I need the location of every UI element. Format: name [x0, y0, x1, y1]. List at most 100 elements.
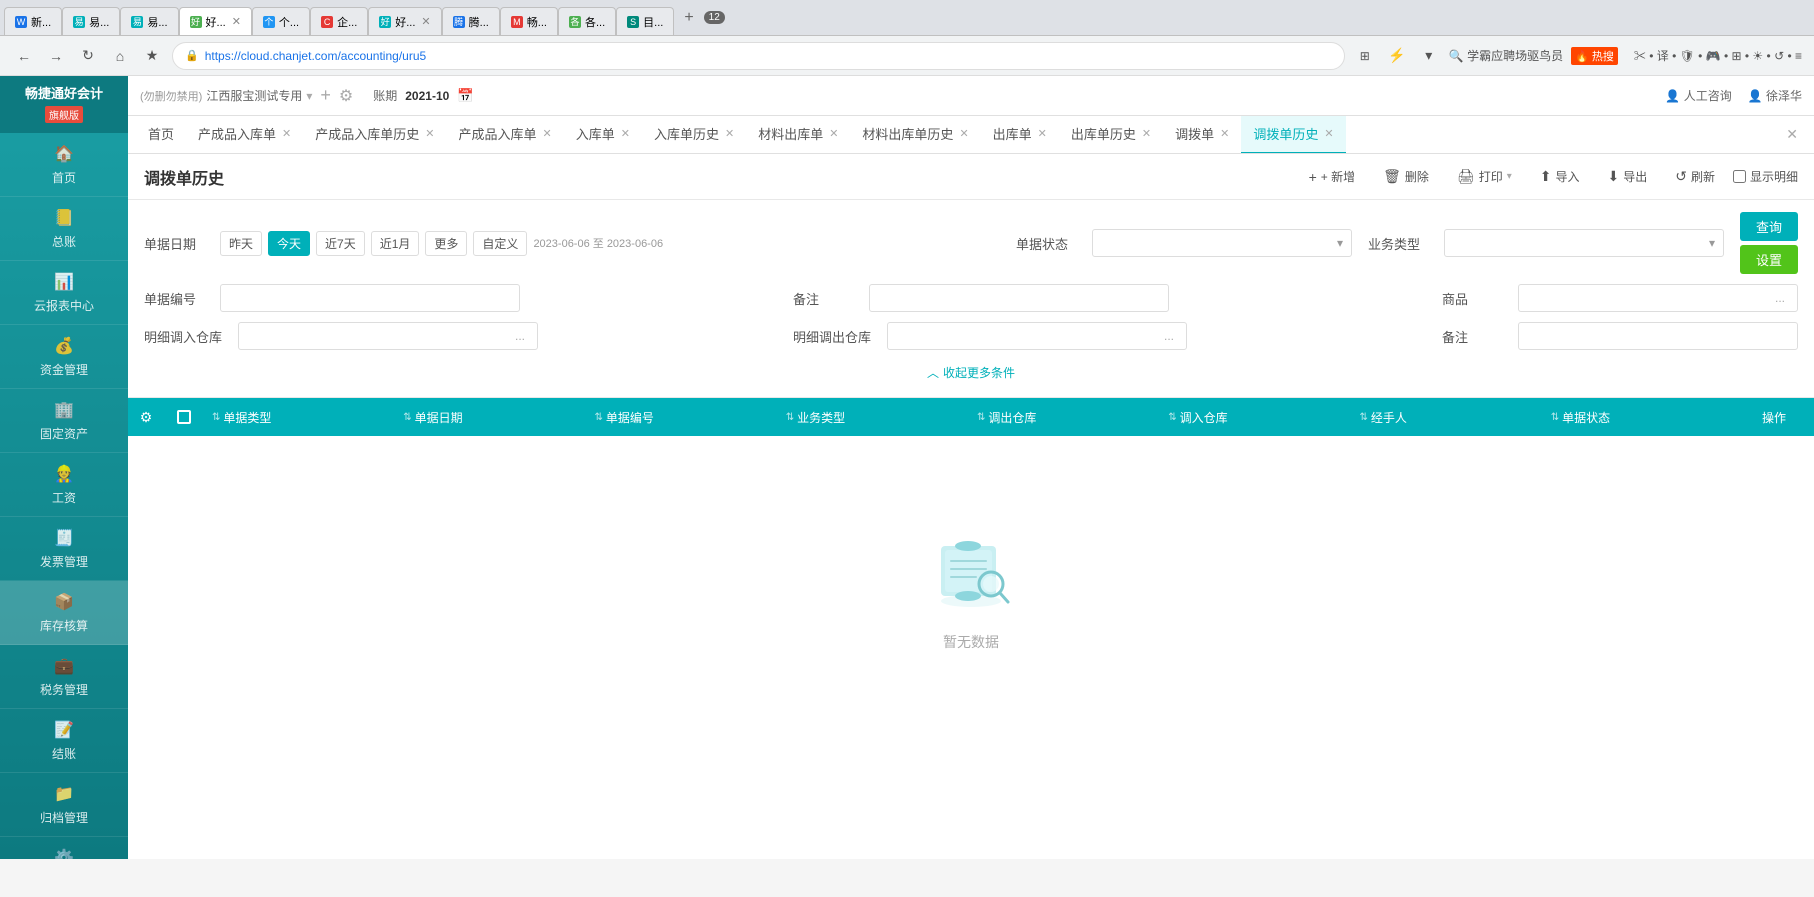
- collapse-filters-button[interactable]: ︿ 收起更多条件: [923, 360, 1019, 385]
- goods-dots[interactable]: ...: [1771, 291, 1789, 305]
- page-tab-8[interactable]: 出库单 ✕: [981, 116, 1059, 154]
- page-tab-6-close[interactable]: ✕: [829, 127, 838, 140]
- address-bar[interactable]: 🔒 https://cloud.chanjet.com/accounting/u…: [172, 42, 1345, 70]
- remark-input[interactable]: [869, 284, 1169, 312]
- import-button[interactable]: ⬆ 导入: [1530, 164, 1590, 189]
- sidebar-item-reports[interactable]: 📊 云报表中心: [0, 261, 128, 325]
- browser-tab-6[interactable]: C 企...: [310, 7, 368, 35]
- export-button[interactable]: ⬇ 导出: [1597, 164, 1657, 189]
- display-toggle-checkbox[interactable]: [1733, 170, 1746, 183]
- browser-tab-10[interactable]: 各 各...: [558, 7, 616, 35]
- page-tab-9-close[interactable]: ✕: [1142, 127, 1151, 140]
- sidebar-item-ledger[interactable]: 📒 总账: [0, 197, 128, 261]
- detail-remark-input[interactable]: [1518, 322, 1798, 350]
- page-tab-2-close[interactable]: ✕: [425, 127, 434, 140]
- page-tab-3-close[interactable]: ✕: [543, 127, 552, 140]
- home-button[interactable]: ⌂: [108, 44, 132, 68]
- print-button[interactable]: 🖨 打印 ▾: [1447, 164, 1522, 189]
- page-tab-5[interactable]: 入库单历史 ✕: [642, 116, 746, 154]
- page-tab-3[interactable]: 产成品入库单 ✕: [446, 116, 563, 154]
- manage-company-button[interactable]: ⚙: [339, 86, 353, 106]
- page-tab-1-close[interactable]: ✕: [282, 127, 291, 140]
- browser-tab-5[interactable]: 个 个...: [252, 7, 310, 35]
- select-all-checkbox[interactable]: [177, 410, 191, 424]
- detail-in-filter-select[interactable]: ...: [238, 322, 538, 350]
- detail-out-dots[interactable]: ...: [1160, 329, 1178, 343]
- th-doc-type[interactable]: ⇅ 单据类型: [204, 409, 395, 426]
- browser-tab-11[interactable]: S 目...: [616, 7, 674, 35]
- date-custom-btn[interactable]: 自定义: [473, 231, 527, 256]
- date-1month-btn[interactable]: 近1月: [371, 231, 420, 256]
- browser-tab-close-4[interactable]: ✕: [232, 15, 241, 28]
- query-button[interactable]: 查询: [1740, 212, 1798, 241]
- forward-button[interactable]: →: [44, 44, 68, 68]
- sidebar-item-close[interactable]: 📝 结账: [0, 709, 128, 773]
- th-transfer-out[interactable]: ⇅ 调出仓库: [969, 409, 1160, 426]
- browser-tab-7[interactable]: 好 好... ✕: [368, 7, 441, 35]
- refresh-button[interactable]: ↻: [76, 44, 100, 68]
- page-tab-1[interactable]: 产成品入库单 ✕: [186, 116, 303, 154]
- page-tab-2[interactable]: 产成品入库单历史 ✕: [303, 116, 446, 154]
- page-tab-4-close[interactable]: ✕: [621, 127, 630, 140]
- date-today-btn[interactable]: 今天: [268, 231, 310, 256]
- th-status[interactable]: ⇅ 单据状态: [1543, 409, 1734, 426]
- th-handler[interactable]: ⇅ 经手人: [1352, 409, 1543, 426]
- back-button[interactable]: ←: [12, 44, 36, 68]
- detail-in-dots[interactable]: ...: [511, 329, 529, 343]
- detail-out-filter-select[interactable]: ...: [887, 322, 1187, 350]
- th-doc-no[interactable]: ⇅ 单据编号: [587, 409, 778, 426]
- new-tab-button[interactable]: +: [674, 9, 703, 27]
- bookmark-button[interactable]: ★: [140, 44, 164, 68]
- page-tab-10-close[interactable]: ✕: [1220, 127, 1229, 140]
- new-button[interactable]: + + 新增: [1299, 164, 1366, 189]
- sidebar-item-invoice[interactable]: 🧾 发票管理: [0, 517, 128, 581]
- company-selector[interactable]: (勿删勿禁用) 江西服宝测试专用 ▾: [140, 87, 312, 104]
- add-company-button[interactable]: +: [320, 85, 331, 106]
- sidebar-item-inventory[interactable]: 📦 库存核算: [0, 581, 128, 645]
- browser-tab-3[interactable]: 易 易...: [120, 7, 178, 35]
- sidebar-item-assets[interactable]: 🏢 固定资产: [0, 389, 128, 453]
- page-tab-10[interactable]: 调拨单 ✕: [1163, 116, 1241, 154]
- display-toggle[interactable]: 显示明细: [1733, 168, 1798, 185]
- browser-tab-1[interactable]: W 新...: [4, 7, 62, 35]
- page-tab-11-close[interactable]: ✕: [1324, 127, 1333, 140]
- page-tab-9[interactable]: 出库单历史 ✕: [1059, 116, 1163, 154]
- column-settings-icon[interactable]: ⚙: [140, 409, 153, 426]
- sidebar-item-archive[interactable]: 📁 归档管理: [0, 773, 128, 837]
- goods-filter-select[interactable]: ...: [1518, 284, 1798, 312]
- lightning-button[interactable]: ⚡: [1385, 44, 1409, 68]
- period-calendar-button[interactable]: 📅: [457, 88, 474, 104]
- user-service-link[interactable]: 👤 人工咨询: [1665, 87, 1731, 104]
- page-tab-6[interactable]: 材料出库单 ✕: [746, 116, 850, 154]
- th-doc-date[interactable]: ⇅ 单据日期: [395, 409, 586, 426]
- refresh-button[interactable]: ↺ 刷新: [1665, 164, 1725, 189]
- biz-type-filter-select[interactable]: ▾: [1444, 229, 1724, 257]
- browser-tab-9[interactable]: M 畅...: [500, 7, 558, 35]
- page-tab-11[interactable]: 调拨单历史 ✕: [1241, 116, 1345, 154]
- page-tab-home[interactable]: 首页: [136, 116, 186, 154]
- sidebar-item-payroll[interactable]: 👷 工资: [0, 453, 128, 517]
- browser-tab-close-7[interactable]: ✕: [421, 15, 430, 28]
- browser-tab-4[interactable]: 好 好... ✕: [179, 7, 252, 35]
- page-tab-4[interactable]: 入库单 ✕: [564, 116, 642, 154]
- th-checkbox[interactable]: [164, 410, 204, 424]
- th-biz-type[interactable]: ⇅ 业务类型: [778, 409, 969, 426]
- delete-button[interactable]: 🗑 删除: [1373, 164, 1439, 189]
- browser-tab-2[interactable]: 易 易...: [62, 7, 120, 35]
- page-tab-7-close[interactable]: ✕: [959, 127, 968, 140]
- extensions-button[interactable]: ⊞: [1353, 44, 1377, 68]
- status-filter-select[interactable]: ▾: [1092, 229, 1352, 257]
- dropdown-button[interactable]: ▾: [1417, 44, 1441, 68]
- close-all-button[interactable]: ✕: [1778, 126, 1806, 143]
- sidebar-item-home[interactable]: 🏠 首页: [0, 133, 128, 197]
- th-transfer-in[interactable]: ⇅ 调入仓库: [1160, 409, 1351, 426]
- doc-no-input[interactable]: [220, 284, 520, 312]
- page-tab-7[interactable]: 材料出库单历史 ✕: [850, 116, 980, 154]
- page-tab-8-close[interactable]: ✕: [1038, 127, 1047, 140]
- date-more-btn[interactable]: 更多: [425, 231, 467, 256]
- sidebar-item-tax[interactable]: 💼 税务管理: [0, 645, 128, 709]
- settings-button[interactable]: 设置: [1740, 245, 1798, 274]
- sidebar-item-finance[interactable]: 💰 资金管理: [0, 325, 128, 389]
- browser-tab-8[interactable]: 腾 腾...: [442, 7, 500, 35]
- th-settings[interactable]: ⚙: [128, 409, 164, 426]
